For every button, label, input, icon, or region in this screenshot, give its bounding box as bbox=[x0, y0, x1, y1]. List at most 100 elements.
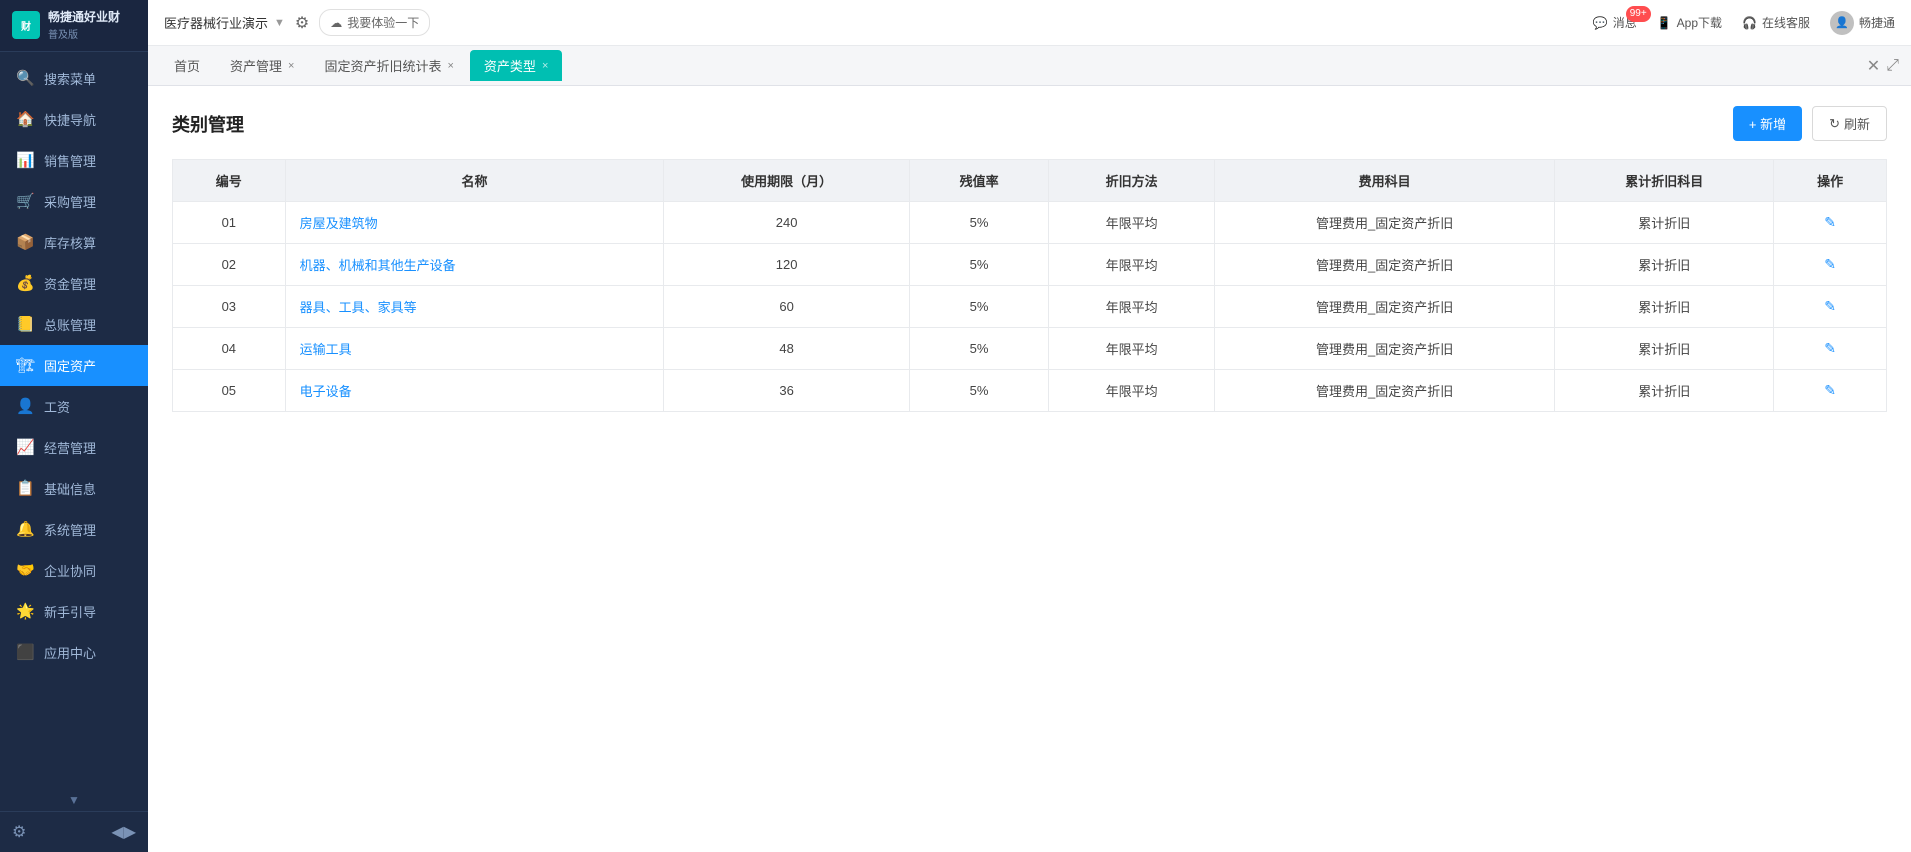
experience-button[interactable]: ☁ 我要体验一下 bbox=[319, 9, 430, 36]
row-name[interactable]: 运输工具 bbox=[285, 328, 664, 370]
tab-固定资产折旧统计表[interactable]: 固定资产折旧统计表× bbox=[310, 50, 467, 81]
sidebar-item-guide[interactable]: 🌟 新手引导 bbox=[0, 591, 148, 632]
sidebar-item-business[interactable]: 📈 经营管理 bbox=[0, 427, 148, 468]
sidebar-nav: 🔍 搜索菜单 🏠 快捷导航 📊 销售管理 🛒 采购管理 📦 库存核算 💰 资金管… bbox=[0, 52, 148, 789]
app-center-label: 应用中心 bbox=[44, 643, 96, 662]
refresh-button[interactable]: ↻ 刷新 bbox=[1812, 106, 1887, 141]
settings-icon[interactable]: ⚙ bbox=[12, 822, 26, 842]
company-name: 医疗器械行业演示 bbox=[164, 13, 268, 32]
ledger-label: 总账管理 bbox=[44, 315, 96, 334]
row-edit[interactable]: ✎ bbox=[1774, 328, 1887, 370]
row-period: 36 bbox=[664, 370, 910, 412]
sidebar-item-purchase[interactable]: 🛒 采购管理 bbox=[0, 181, 148, 222]
service-icon: 🎧 bbox=[1742, 16, 1757, 30]
close-window-icon[interactable]: ✕ bbox=[1867, 56, 1880, 76]
edit-icon[interactable]: ✎ bbox=[1824, 298, 1836, 314]
row-id: 03 bbox=[173, 286, 286, 328]
row-name[interactable]: 器具、工具、家具等 bbox=[285, 286, 664, 328]
app-download-label: App下载 bbox=[1677, 14, 1722, 31]
row-edit[interactable]: ✎ bbox=[1774, 370, 1887, 412]
table-column-header: 费用科目 bbox=[1215, 160, 1555, 202]
tab-close-icon[interactable]: × bbox=[447, 60, 453, 72]
message-icon: 💬 bbox=[1593, 16, 1608, 30]
row-residual: 5% bbox=[909, 370, 1048, 412]
tab-close-icon[interactable]: × bbox=[542, 60, 548, 72]
app-version: 普及版 bbox=[48, 26, 120, 41]
row-name-link[interactable]: 电子设备 bbox=[300, 384, 352, 399]
row-name-link[interactable]: 运输工具 bbox=[300, 342, 352, 357]
sidebar-item-search[interactable]: 🔍 搜索菜单 bbox=[0, 58, 148, 99]
sidebar-item-finance[interactable]: 💰 资金管理 bbox=[0, 263, 148, 304]
system-label: 系统管理 bbox=[44, 520, 96, 539]
table-column-header: 残值率 bbox=[909, 160, 1048, 202]
inventory-label: 库存核算 bbox=[44, 233, 96, 252]
sidebar-item-enterprise[interactable]: 🤝 企业协同 bbox=[0, 550, 148, 591]
service-label: 在线客服 bbox=[1762, 14, 1810, 31]
business-label: 经营管理 bbox=[44, 438, 96, 457]
sidebar-item-quick-nav[interactable]: 🏠 快捷导航 bbox=[0, 99, 148, 140]
row-method: 年限平均 bbox=[1049, 328, 1215, 370]
row-edit[interactable]: ✎ bbox=[1774, 244, 1887, 286]
user-menu[interactable]: 👤 畅捷通 bbox=[1830, 11, 1895, 35]
table-column-header: 使用期限（月） bbox=[664, 160, 910, 202]
edit-icon[interactable]: ✎ bbox=[1824, 382, 1836, 398]
sidebar-item-system[interactable]: 🔔 系统管理 bbox=[0, 509, 148, 550]
row-expense: 管理费用_固定资产折旧 bbox=[1215, 202, 1555, 244]
scroll-down-icon[interactable]: ▼ bbox=[68, 793, 80, 807]
tab-资产类型[interactable]: 资产类型× bbox=[470, 50, 562, 81]
topbar: 医疗器械行业演示 ▼ ⚙ ☁ 我要体验一下 💬 消息 99+ 📱 App下载 🎧… bbox=[148, 0, 1911, 46]
maximize-window-icon[interactable]: ⤢ bbox=[1886, 57, 1899, 75]
sidebar: 财 畅捷通好业财 普及版 🔍 搜索菜单 🏠 快捷导航 📊 销售管理 🛒 采购管理… bbox=[0, 0, 148, 852]
refresh-label: 刷新 bbox=[1844, 114, 1870, 133]
topbar-settings-icon[interactable]: ⚙ bbox=[295, 13, 309, 33]
row-accumulated: 累计折旧 bbox=[1555, 286, 1774, 328]
enterprise-label: 企业协同 bbox=[44, 561, 96, 580]
row-name[interactable]: 机器、机械和其他生产设备 bbox=[285, 244, 664, 286]
edit-icon[interactable]: ✎ bbox=[1824, 256, 1836, 272]
message-action[interactable]: 💬 消息 99+ bbox=[1593, 14, 1637, 31]
row-name[interactable]: 房屋及建筑物 bbox=[285, 202, 664, 244]
company-selector[interactable]: 医疗器械行业演示 ▼ bbox=[164, 13, 285, 32]
row-name-link[interactable]: 器具、工具、家具等 bbox=[300, 300, 417, 315]
sidebar-item-fixed-assets[interactable]: 🏗 固定资产 bbox=[0, 345, 148, 386]
tab-首页[interactable]: 首页 bbox=[160, 50, 214, 81]
search-icon: 🔍 bbox=[16, 69, 34, 87]
sidebar-item-app-center[interactable]: ⬛ 应用中心 bbox=[0, 632, 148, 673]
row-expense: 管理费用_固定资产折旧 bbox=[1215, 286, 1555, 328]
row-method: 年限平均 bbox=[1049, 244, 1215, 286]
row-name-link[interactable]: 机器、机械和其他生产设备 bbox=[300, 258, 456, 273]
sidebar-scroll-down[interactable]: ▼ bbox=[0, 789, 148, 811]
tab-close-icon[interactable]: × bbox=[288, 60, 294, 72]
row-accumulated: 累计折旧 bbox=[1555, 202, 1774, 244]
window-controls: ✕ ⤢ bbox=[1867, 56, 1899, 76]
row-name-link[interactable]: 房屋及建筑物 bbox=[300, 216, 378, 231]
guide-icon: 🌟 bbox=[16, 602, 34, 620]
row-edit[interactable]: ✎ bbox=[1774, 286, 1887, 328]
quick-nav-label: 快捷导航 bbox=[44, 110, 96, 129]
row-id: 01 bbox=[173, 202, 286, 244]
table-column-header: 折旧方法 bbox=[1049, 160, 1215, 202]
row-id: 02 bbox=[173, 244, 286, 286]
row-id: 04 bbox=[173, 328, 286, 370]
service-action[interactable]: 🎧 在线客服 bbox=[1742, 14, 1810, 31]
sidebar-item-payroll[interactable]: 👤 工资 bbox=[0, 386, 148, 427]
purchase-icon: 🛒 bbox=[16, 192, 34, 210]
edit-icon[interactable]: ✎ bbox=[1824, 340, 1836, 356]
sidebar-item-inventory[interactable]: 📦 库存核算 bbox=[0, 222, 148, 263]
page-actions: + 新增 ↻ 刷新 bbox=[1733, 106, 1887, 141]
sidebar-item-basic-info[interactable]: 📋 基础信息 bbox=[0, 468, 148, 509]
app-download-action[interactable]: 📱 App下载 bbox=[1657, 14, 1722, 31]
sidebar-item-ledger[interactable]: 📒 总账管理 bbox=[0, 304, 148, 345]
table-row: 05电子设备365%年限平均管理费用_固定资产折旧累计折旧✎ bbox=[173, 370, 1887, 412]
row-edit[interactable]: ✎ bbox=[1774, 202, 1887, 244]
tab-资产管理[interactable]: 资产管理× bbox=[216, 50, 308, 81]
quick-nav-icon: 🏠 bbox=[16, 110, 34, 128]
sidebar-item-sales[interactable]: 📊 销售管理 bbox=[0, 140, 148, 181]
table-column-header: 编号 bbox=[173, 160, 286, 202]
row-name[interactable]: 电子设备 bbox=[285, 370, 664, 412]
edit-icon[interactable]: ✎ bbox=[1824, 214, 1836, 230]
category-table: 编号名称使用期限（月）残值率折旧方法费用科目累计折旧科目操作 01房屋及建筑物2… bbox=[172, 159, 1887, 412]
purchase-label: 采购管理 bbox=[44, 192, 96, 211]
add-button[interactable]: + 新增 bbox=[1733, 106, 1802, 141]
collapse-icon[interactable]: ◀▶ bbox=[111, 822, 136, 842]
